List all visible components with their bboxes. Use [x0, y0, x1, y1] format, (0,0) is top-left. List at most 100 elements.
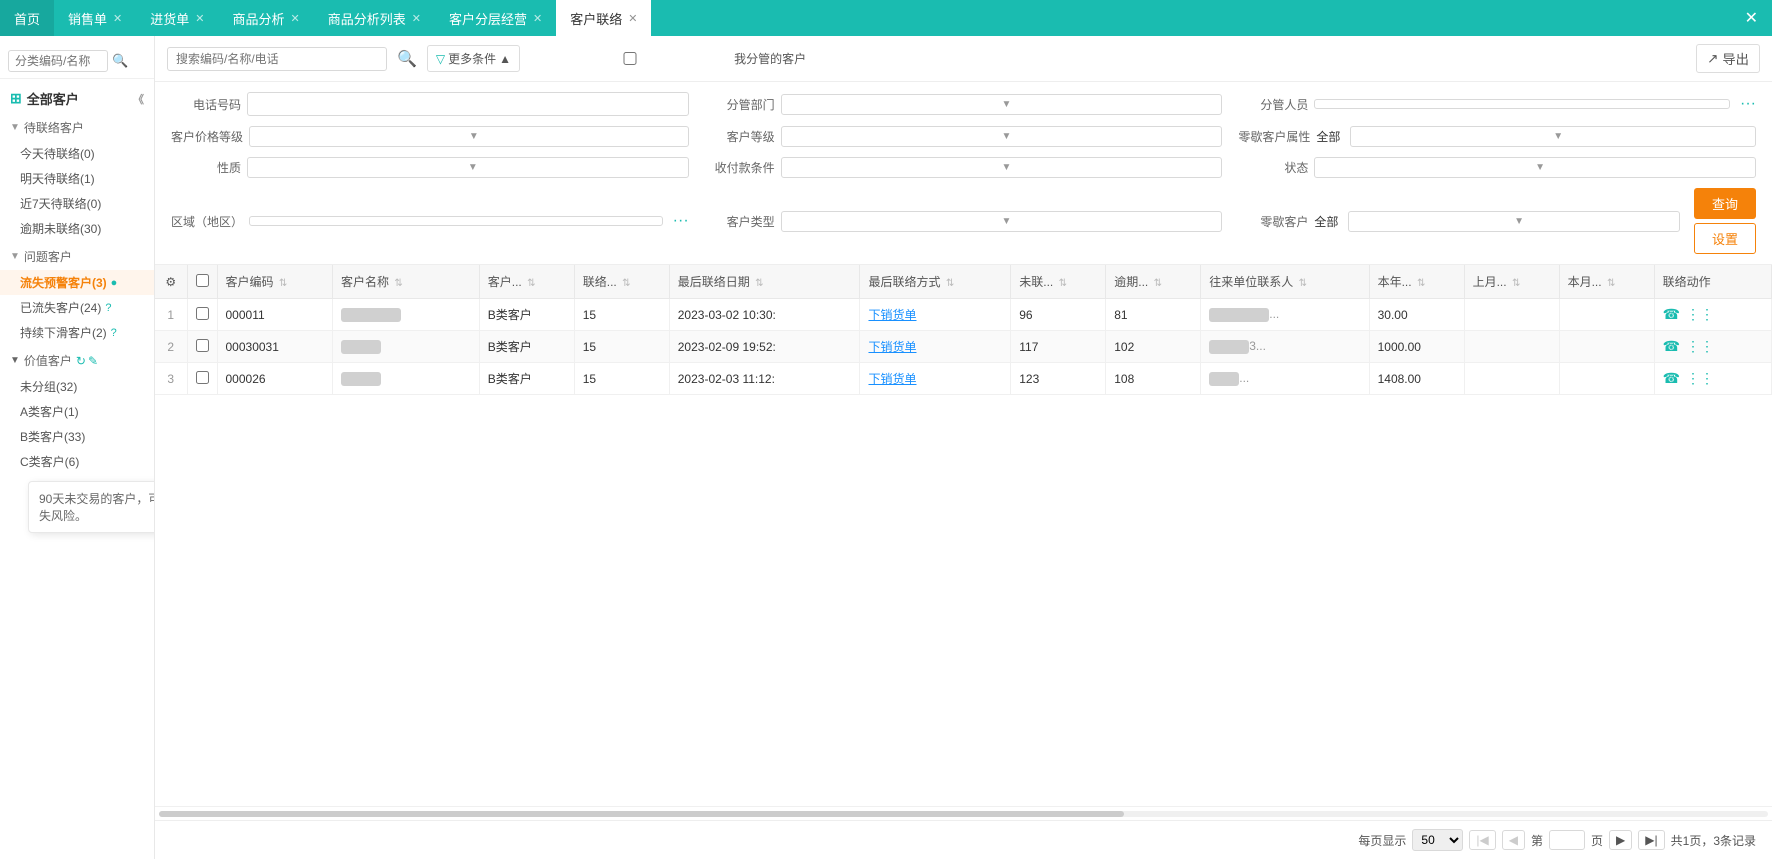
tab-customer-tier-close-icon[interactable]: ✕ — [533, 12, 542, 25]
th-checkbox[interactable] — [187, 265, 217, 299]
sidebar-item-unclassified[interactable]: 未分组(32) — [0, 374, 154, 399]
page-number-input[interactable]: 1 — [1549, 830, 1585, 850]
manager-select[interactable] — [1314, 99, 1730, 109]
row-checkbox[interactable] — [196, 307, 209, 320]
query-button[interactable]: 查询 — [1694, 188, 1756, 219]
sidebar-item-7day-pending[interactable]: 近7天待联络(0) — [0, 191, 154, 216]
tab-analysis-close-icon[interactable]: ✕ — [291, 12, 300, 25]
row-checkbox[interactable] — [196, 371, 209, 384]
more-conditions-button[interactable]: ▽ 更多条件 ▲ — [427, 45, 520, 72]
select-all-checkbox[interactable] — [196, 274, 209, 287]
horizontal-scrollbar[interactable] — [155, 806, 1772, 820]
sidebar-item-declining[interactable]: 持续下滑客户(2) ? — [0, 320, 154, 345]
zero-customer-select[interactable]: ▼ — [1348, 211, 1680, 232]
export-button[interactable]: ↗ 导出 — [1696, 44, 1760, 73]
th-this-year[interactable]: 本年... ⇅ — [1369, 265, 1464, 299]
table-settings-icon[interactable]: ⚙ — [165, 275, 176, 289]
th-uncontacted[interactable]: 未联... ⇅ — [1011, 265, 1106, 299]
customer-type-select[interactable]: ▼ — [781, 211, 1223, 232]
phone-input[interactable] — [247, 92, 689, 116]
dept-select[interactable]: ▼ — [781, 94, 1223, 115]
th-last-month[interactable]: 上月... ⇅ — [1464, 265, 1559, 299]
zero-attr-select[interactable]: ▼ — [1350, 126, 1756, 147]
region-more-button[interactable]: ··· — [673, 212, 689, 230]
th-overdue[interactable]: 逾期... ⇅ — [1106, 265, 1201, 299]
last-contact-method[interactable]: 下销货单 — [860, 331, 1011, 363]
region-select[interactable] — [249, 216, 663, 226]
sidebar-group-pending-title[interactable]: ▼ 待联络客户 — [0, 114, 154, 141]
last-contact-link[interactable]: 下销货单 — [868, 340, 916, 354]
last-page-button[interactable]: ▶| — [1638, 830, 1664, 850]
settings-button[interactable]: 设置 — [1694, 223, 1756, 254]
more-actions-icon[interactable]: ⋮⋮ — [1686, 370, 1714, 387]
sidebar-item-today-pending[interactable]: 今天待联络(0) — [0, 141, 154, 166]
th-customer-type[interactable]: 客户... ⇅ — [479, 265, 574, 299]
sidebar-item-overdue-uncontacted[interactable]: 逾期未联络(30) — [0, 216, 154, 241]
sidebar-item-type-c[interactable]: C类客户(6) — [0, 449, 154, 474]
sidebar-group-value-title[interactable]: ▼ 价值客户 ↻ ✎ — [0, 347, 154, 374]
th-contact[interactable]: 联络... ⇅ — [574, 265, 669, 299]
my-customers-checkbox-area[interactable]: 我分管的客户 — [530, 50, 806, 67]
per-page-select[interactable]: 50 100 200 — [1412, 829, 1463, 851]
tier-label: 客户等级 — [705, 128, 775, 145]
tier-select[interactable]: ▼ — [781, 126, 1223, 147]
scrollbar-thumb[interactable] — [159, 811, 1124, 817]
th-name[interactable]: 客户名称 ⇅ — [333, 265, 480, 299]
tab-analysis-list[interactable]: 商品分析列表 ✕ — [314, 0, 435, 36]
tab-analysis[interactable]: 商品分析 ✕ — [218, 0, 313, 36]
row-checkbox-cell[interactable] — [187, 299, 217, 331]
prev-page-button[interactable]: ◀ — [1502, 830, 1525, 850]
sidebar-item-churned[interactable]: 已流失客户(24) ? — [0, 295, 154, 320]
tab-sales-close-icon[interactable]: ✕ — [113, 12, 122, 25]
more-actions-icon[interactable]: ⋮⋮ — [1686, 306, 1714, 323]
nature-select[interactable]: ▼ — [247, 157, 689, 178]
contact-icon[interactable]: ☎ — [1663, 306, 1680, 323]
sidebar-search-input[interactable] — [8, 50, 108, 72]
tab-home[interactable]: 首页 — [0, 0, 54, 36]
th-this-month[interactable]: 本月... ⇅ — [1559, 265, 1654, 299]
price-tier-select[interactable]: ▼ — [249, 126, 689, 147]
all-customers-title[interactable]: ⊞ 全部客户 《 — [0, 83, 154, 114]
last-contact-link[interactable]: 下销货单 — [868, 372, 916, 386]
sidebar-search-icon[interactable]: 🔍 — [112, 53, 128, 69]
row-checkbox[interactable] — [196, 339, 209, 352]
refresh-icon[interactable]: ↻ — [76, 354, 86, 368]
sidebar-group-problem-title[interactable]: ▼ 问题客户 — [0, 243, 154, 270]
filter-row-manager: 分管人员 ··· — [1238, 92, 1756, 116]
tab-analysis-list-close-icon[interactable]: ✕ — [412, 12, 421, 25]
tab-customer-tier[interactable]: 客户分层经营 ✕ — [435, 0, 556, 36]
manager-more-button[interactable]: ··· — [1740, 95, 1756, 113]
tab-customer-link-close-icon[interactable]: ✕ — [628, 12, 637, 25]
tab-purchase-close-icon[interactable]: ✕ — [195, 12, 204, 25]
more-actions-icon[interactable]: ⋮⋮ — [1686, 338, 1714, 355]
th-last-date[interactable]: 最后联络日期 ⇅ — [669, 265, 860, 299]
payment-select[interactable]: ▼ — [781, 157, 1223, 178]
th-unit-contact[interactable]: 往来单位联系人 ⇅ — [1201, 265, 1369, 299]
edit-icon-value[interactable]: ✎ — [88, 354, 98, 368]
last-contact-method[interactable]: 下销货单 — [860, 363, 1011, 395]
tab-customer-link[interactable]: 客户联络 ✕ — [556, 0, 651, 36]
row-checkbox-cell[interactable] — [187, 331, 217, 363]
my-customers-checkbox[interactable] — [530, 52, 730, 65]
window-close-button[interactable]: ✕ — [1731, 8, 1772, 28]
next-page-button[interactable]: ▶ — [1609, 830, 1632, 850]
contact-icon[interactable]: ☎ — [1663, 370, 1680, 387]
last-contact-method[interactable]: 下销货单 — [860, 299, 1011, 331]
th-code[interactable]: 客户编码 ⇅ — [217, 265, 333, 299]
tab-purchase[interactable]: 进货单 ✕ — [136, 0, 218, 36]
tab-sales[interactable]: 销售单 ✕ — [54, 0, 136, 36]
collapse-icon[interactable]: 《 — [133, 91, 144, 107]
sidebar-item-type-a[interactable]: A类客户(1) — [0, 399, 154, 424]
status-select[interactable]: ▼ — [1314, 157, 1756, 178]
search-button[interactable]: 🔍 — [397, 49, 417, 69]
search-input[interactable] — [167, 47, 387, 71]
sidebar-item-type-b[interactable]: B类客户(33) — [0, 424, 154, 449]
first-page-button[interactable]: |◀ — [1469, 830, 1495, 850]
last-contact-link[interactable]: 下销货单 — [868, 308, 916, 322]
row-checkbox-cell[interactable] — [187, 363, 217, 395]
sidebar-item-churn-warning[interactable]: 流失预警客户(3) ● — [0, 270, 154, 295]
sidebar-item-tomorrow-pending[interactable]: 明天待联络(1) — [0, 166, 154, 191]
contact-icon[interactable]: ☎ — [1663, 338, 1680, 355]
th-last-method[interactable]: 最后联络方式 ⇅ — [860, 265, 1011, 299]
th-settings[interactable]: ⚙ — [155, 265, 187, 299]
